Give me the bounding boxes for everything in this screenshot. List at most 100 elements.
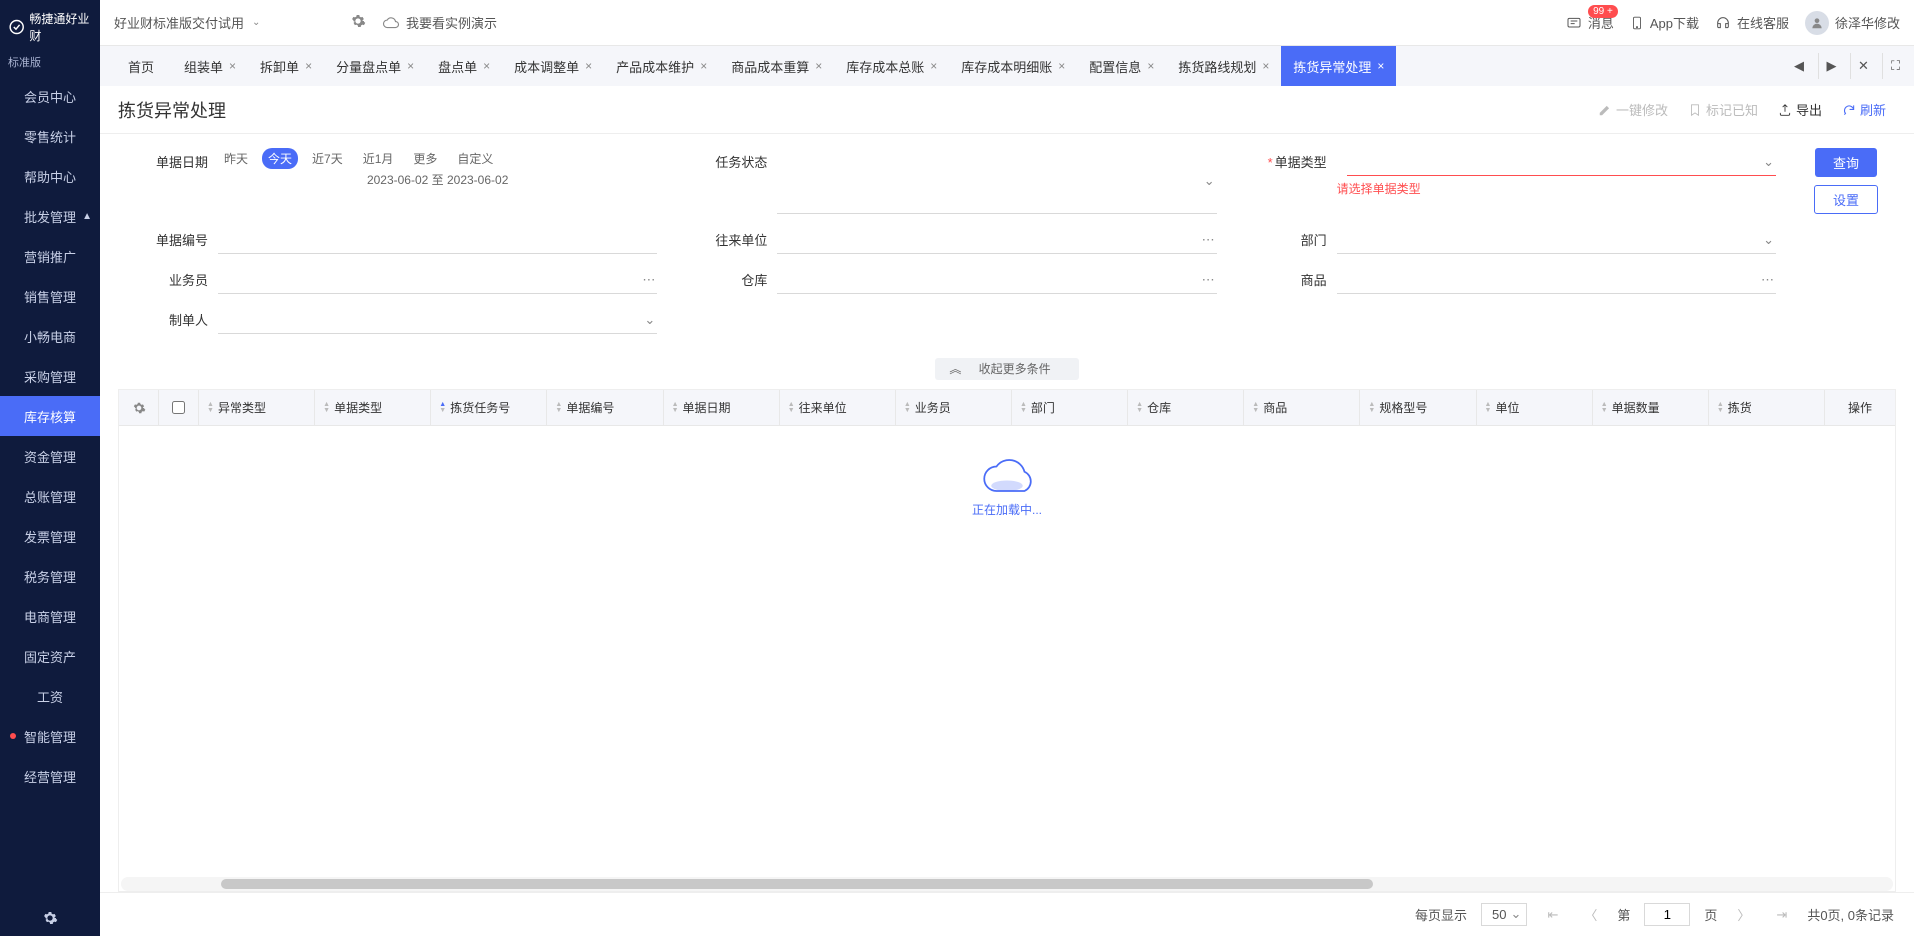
- close-icon[interactable]: ×: [483, 59, 490, 73]
- tab-0[interactable]: 组装单×: [172, 46, 248, 86]
- col-7[interactable]: ▲▼部门: [1012, 390, 1128, 425]
- sidebar-item-17[interactable]: 经营管理: [0, 756, 100, 796]
- export-button[interactable]: 导出: [1768, 96, 1832, 123]
- wh-select[interactable]: ⋯: [777, 266, 1216, 294]
- last-page[interactable]: ⇥: [1770, 905, 1793, 925]
- doc-type-select[interactable]: ⌄: [1347, 148, 1776, 176]
- demo-link[interactable]: 我要看实例演示: [382, 13, 497, 32]
- table-settings[interactable]: [119, 390, 159, 425]
- tab-1[interactable]: 拆卸单×: [248, 46, 324, 86]
- chip-yesterday[interactable]: 昨天: [218, 148, 254, 169]
- tab-scroll-left[interactable]: ◀: [1786, 53, 1812, 79]
- tab-6[interactable]: 商品成本重算×: [719, 46, 834, 86]
- close-icon[interactable]: ×: [585, 59, 592, 73]
- sidebar-item-10[interactable]: 总账管理: [0, 476, 100, 516]
- tab-8[interactable]: 库存成本明细账×: [949, 46, 1077, 86]
- top-settings[interactable]: [350, 13, 366, 32]
- bulk-modify-button[interactable]: 一键修改: [1588, 96, 1678, 123]
- sidebar-settings[interactable]: [0, 900, 100, 936]
- tab-5[interactable]: 产品成本维护×: [604, 46, 719, 86]
- close-icon[interactable]: ×: [1262, 59, 1269, 73]
- page-size-select[interactable]: 50: [1481, 903, 1527, 926]
- col-1[interactable]: ▲▼单据类型: [315, 390, 431, 425]
- select-all[interactable]: [159, 390, 199, 425]
- goods-select[interactable]: ⋯: [1337, 266, 1776, 294]
- col-0[interactable]: ▲▼异常类型: [199, 390, 315, 425]
- chip-week[interactable]: 近7天: [306, 148, 349, 169]
- mark-known-button[interactable]: 标记已知: [1678, 96, 1768, 123]
- sidebar-item-9[interactable]: 资金管理: [0, 436, 100, 476]
- chip-custom[interactable]: 自定义: [451, 148, 499, 169]
- docno-input[interactable]: [218, 226, 657, 254]
- tab-2[interactable]: 分量盘点单×: [324, 46, 426, 86]
- horizontal-scrollbar[interactable]: [121, 877, 1893, 891]
- sidebar-item-16[interactable]: 智能管理: [0, 716, 100, 756]
- prev-page[interactable]: 〈: [1578, 903, 1603, 926]
- col-13[interactable]: ▲▼拣货: [1709, 390, 1825, 425]
- sidebar-item-12[interactable]: 税务管理: [0, 556, 100, 596]
- sidebar-item-2[interactable]: 帮助中心: [0, 156, 100, 196]
- sidebar-item-6[interactable]: 小畅电商: [0, 316, 100, 356]
- refresh-button[interactable]: 刷新: [1832, 96, 1896, 123]
- sidebar-item-1[interactable]: 零售统计: [0, 116, 100, 156]
- search-button[interactable]: 查询: [1815, 148, 1877, 177]
- col-2[interactable]: ▲▼拣货任务号: [431, 390, 547, 425]
- col-11[interactable]: ▲▼单位: [1477, 390, 1593, 425]
- close-icon[interactable]: ×: [305, 59, 312, 73]
- sidebar-item-7[interactable]: 采购管理: [0, 356, 100, 396]
- sidebar-item-11[interactable]: 发票管理: [0, 516, 100, 556]
- sidebar-item-15[interactable]: 工资: [0, 676, 100, 716]
- close-icon[interactable]: ×: [815, 59, 822, 73]
- close-icon[interactable]: ×: [700, 59, 707, 73]
- col-6[interactable]: ▲▼业务员: [896, 390, 1012, 425]
- support-button[interactable]: 在线客服: [1715, 13, 1789, 32]
- sidebar-item-0[interactable]: 会员中心: [0, 76, 100, 116]
- chip-today[interactable]: 今天: [262, 148, 298, 169]
- close-icon[interactable]: ×: [1147, 59, 1154, 73]
- maker-select[interactable]: ⌄: [218, 306, 657, 334]
- fullscreen-toggle[interactable]: ⛶: [1882, 53, 1908, 79]
- next-page[interactable]: 〉: [1731, 903, 1756, 926]
- tab-9[interactable]: 配置信息×: [1077, 46, 1166, 86]
- col-10[interactable]: ▲▼规格型号: [1360, 390, 1476, 425]
- col-5[interactable]: ▲▼往来单位: [780, 390, 896, 425]
- task-status-select[interactable]: ⌄: [777, 148, 1216, 214]
- tab-3[interactable]: 盘点单×: [426, 46, 502, 86]
- tab-11[interactable]: 拣货异常处理×: [1281, 46, 1396, 86]
- product-selector[interactable]: 好业财标准版交付试用 ⌄: [114, 13, 334, 32]
- staff-select[interactable]: ⋯: [218, 266, 657, 294]
- sidebar-item-4[interactable]: 营销推广: [0, 236, 100, 276]
- tab-scroll-right[interactable]: ▶: [1818, 53, 1844, 79]
- tab-close-all[interactable]: ✕: [1850, 53, 1876, 79]
- close-icon[interactable]: ×: [229, 59, 236, 73]
- chip-month[interactable]: 近1月: [357, 148, 400, 169]
- dept-select[interactable]: ⌄: [1337, 226, 1776, 254]
- sidebar-item-3[interactable]: 批发管理▲: [0, 196, 100, 236]
- tab-10[interactable]: 拣货路线规划×: [1166, 46, 1281, 86]
- collapse-toggle[interactable]: ︽ 收起更多条件: [935, 358, 1078, 380]
- col-3[interactable]: ▲▼单据编号: [547, 390, 663, 425]
- close-icon[interactable]: ×: [1377, 59, 1384, 73]
- col-12[interactable]: ▲▼单据数量: [1593, 390, 1709, 425]
- close-icon[interactable]: ×: [930, 59, 937, 73]
- partner-select[interactable]: ⋯: [777, 226, 1216, 254]
- col-8[interactable]: ▲▼仓库: [1128, 390, 1244, 425]
- sidebar-item-8[interactable]: 库存核算: [0, 396, 100, 436]
- close-icon[interactable]: ×: [407, 59, 414, 73]
- settings-button[interactable]: 设置: [1814, 185, 1878, 214]
- first-page[interactable]: ⇤: [1541, 905, 1564, 925]
- tab-4[interactable]: 成本调整单×: [502, 46, 604, 86]
- close-icon[interactable]: ×: [1058, 59, 1065, 73]
- sidebar-item-13[interactable]: 电商管理: [0, 596, 100, 636]
- messages-button[interactable]: 消息 99 +: [1566, 13, 1614, 32]
- user-menu[interactable]: 徐泽华修改: [1805, 11, 1900, 35]
- sidebar-item-14[interactable]: 固定资产: [0, 636, 100, 676]
- page-input[interactable]: [1644, 903, 1690, 926]
- app-download-button[interactable]: App下载: [1630, 13, 1699, 32]
- select-all-checkbox[interactable]: [172, 401, 185, 414]
- chip-more[interactable]: 更多: [407, 148, 443, 169]
- tab-home[interactable]: 首页: [110, 46, 172, 86]
- docno-field[interactable]: [218, 232, 657, 247]
- col-4[interactable]: ▲▼单据日期: [664, 390, 780, 425]
- sidebar-item-5[interactable]: 销售管理: [0, 276, 100, 316]
